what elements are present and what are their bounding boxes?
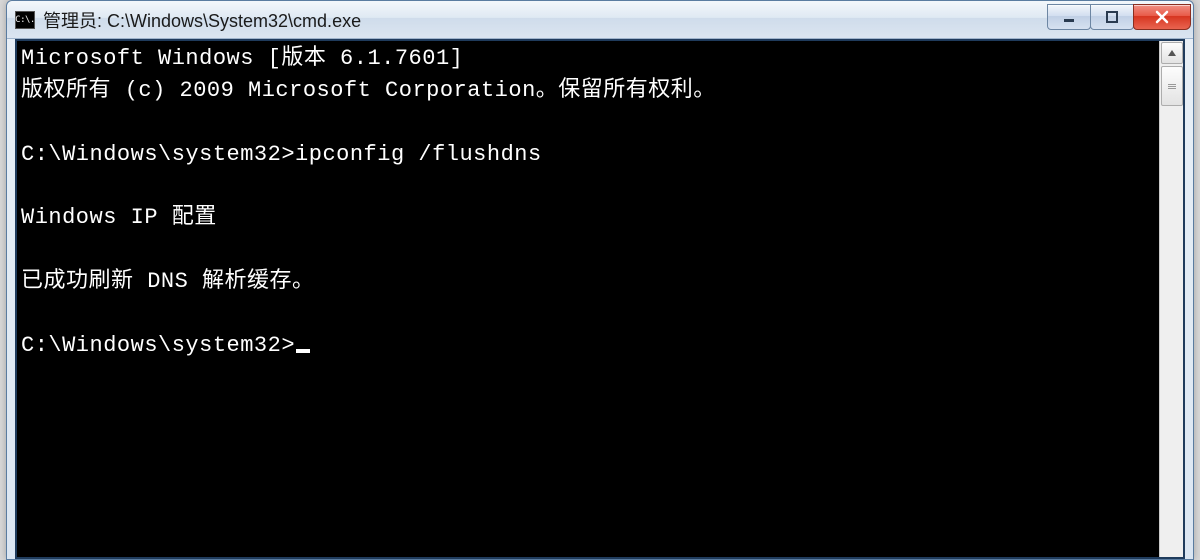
console-line: C:\Windows\system32>ipconfig /flushdns bbox=[21, 139, 1157, 171]
console-line: Microsoft Windows [版本 6.1.7601] bbox=[21, 43, 1157, 75]
window-controls bbox=[1048, 4, 1191, 30]
console-line: C:\Windows\system32> bbox=[21, 330, 1157, 362]
console-output[interactable]: Microsoft Windows [版本 6.1.7601]版权所有 (c) … bbox=[17, 41, 1159, 557]
client-area: Microsoft Windows [版本 6.1.7601]版权所有 (c) … bbox=[15, 39, 1185, 559]
scroll-up-button[interactable] bbox=[1161, 42, 1183, 64]
cmd-window: C:\. 管理员: C:\Windows\System32\cmd.exe Mi… bbox=[6, 0, 1194, 560]
cursor bbox=[296, 349, 310, 353]
console-line bbox=[21, 171, 1157, 203]
maximize-button[interactable] bbox=[1090, 4, 1134, 30]
titlebar[interactable]: C:\. 管理员: C:\Windows\System32\cmd.exe bbox=[7, 1, 1193, 39]
vertical-scrollbar[interactable] bbox=[1159, 41, 1183, 557]
console-line: 已成功刷新 DNS 解析缓存。 bbox=[21, 266, 1157, 298]
app-icon: C:\. bbox=[15, 11, 35, 29]
scroll-thumb[interactable] bbox=[1161, 66, 1183, 106]
console-line bbox=[21, 107, 1157, 139]
console-line bbox=[21, 298, 1157, 330]
console-line: 版权所有 (c) 2009 Microsoft Corporation。保留所有… bbox=[21, 75, 1157, 107]
window-title: 管理员: C:\Windows\System32\cmd.exe bbox=[43, 7, 1048, 33]
close-button[interactable] bbox=[1133, 4, 1191, 30]
console-line bbox=[21, 234, 1157, 266]
minimize-button[interactable] bbox=[1047, 4, 1091, 30]
console-line: Windows IP 配置 bbox=[21, 202, 1157, 234]
